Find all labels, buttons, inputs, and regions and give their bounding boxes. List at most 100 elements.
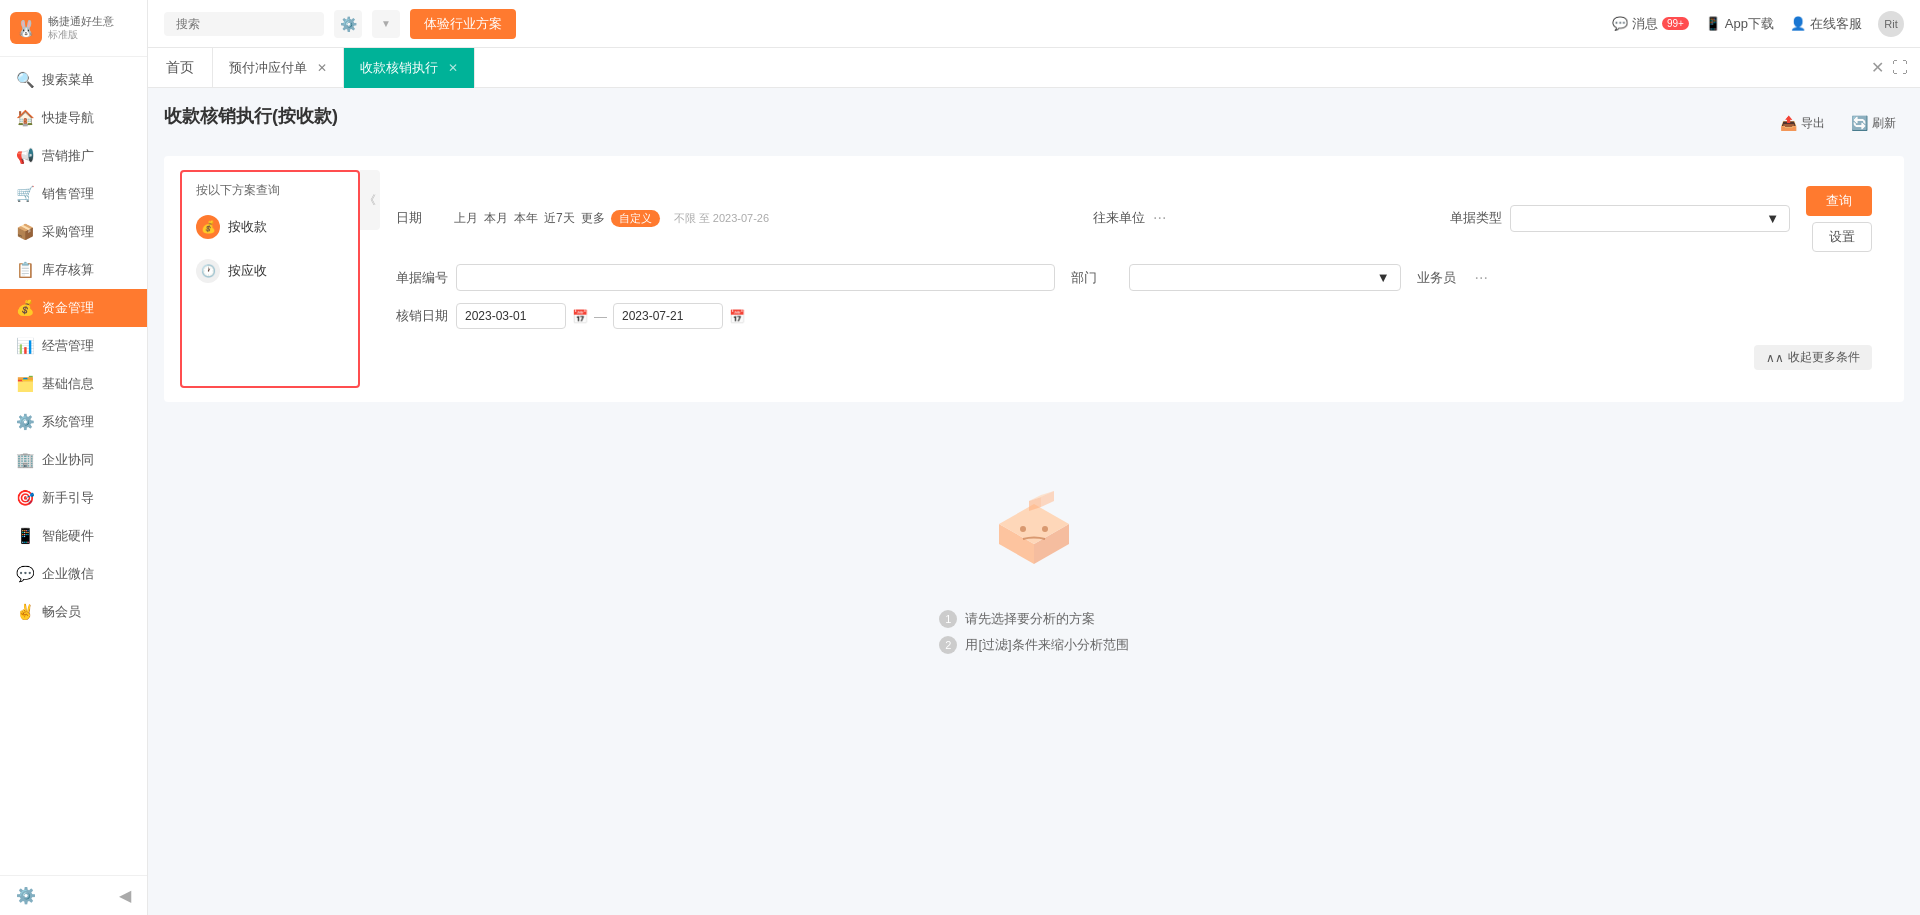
salesperson-field: 业务员 ··· (1417, 269, 1747, 287)
expand-icon[interactable]: ⛶ (1892, 59, 1908, 77)
collapse-more-btn[interactable]: ∧∧ 收起更多条件 (1754, 345, 1872, 370)
this-year-btn[interactable]: 本年 (514, 210, 538, 227)
hardware-icon: 📱 (16, 527, 34, 545)
query-btn[interactable]: 查询 (1806, 186, 1872, 216)
sidebar-item-label: 新手引导 (42, 489, 94, 507)
tab-prepay-label: 预付冲应付单 (229, 59, 307, 77)
search-row-3: 核销日期 📅 — 📅 (396, 303, 1872, 329)
department-field: 部门 ▼ (1071, 264, 1401, 291)
topbar: ⚙️ ▼ 体验行业方案 💬 消息 99+ 📱 App下载 👤 在线客服 Rit (148, 0, 1920, 48)
sidebar-item-guide[interactable]: 🎯 新手引导 (0, 479, 147, 517)
voucher-type-label: 单据类型 (1450, 209, 1502, 227)
hint-num-1: 1 (939, 610, 957, 628)
filter-sidebar: 按以下方案查询 💰 按收款 🕐 按应收 (180, 170, 360, 388)
enterprise-icon: 🏢 (16, 451, 34, 469)
filter-by-receivable[interactable]: 🕐 按应收 (182, 249, 358, 293)
refresh-btn[interactable]: 🔄 刷新 (1843, 111, 1904, 136)
sidebar-item-label: 销售管理 (42, 185, 94, 203)
hint-num-2: 2 (939, 636, 957, 654)
settings-footer-icon[interactable]: ⚙️ (16, 886, 36, 905)
calendar-end-icon[interactable]: 📅 (729, 309, 745, 324)
filter-by-receivable-label: 按应收 (228, 262, 267, 280)
last-7days-btn[interactable]: 近7天 (544, 210, 575, 227)
sidebar-item-operation[interactable]: 📊 经营管理 (0, 327, 147, 365)
custom-date-tag[interactable]: 自定义 (611, 210, 660, 227)
sidebar-item-label: 畅会员 (42, 603, 81, 621)
topbar-left: ⚙️ ▼ 体验行业方案 (164, 9, 516, 39)
salesperson-picker-btn[interactable]: ··· (1475, 269, 1488, 287)
topbar-settings-icon[interactable]: ⚙️ (334, 10, 362, 38)
empty-hint-1: 1 请先选择要分析的方案 (939, 610, 1128, 628)
sidebar-item-system[interactable]: ⚙️ 系统管理 (0, 403, 147, 441)
empty-state: 1 请先选择要分析的方案 2 用[过滤]条件来缩小分析范围 (164, 414, 1904, 714)
sidebar-item-label: 智能硬件 (42, 527, 94, 545)
sidebar-item-label: 系统管理 (42, 413, 94, 431)
topbar-right: 💬 消息 99+ 📱 App下载 👤 在线客服 Rit (1612, 11, 1904, 37)
solution-btn[interactable]: 体验行业方案 (410, 9, 516, 39)
message-icon: 💬 (1612, 16, 1628, 31)
voucher-no-input[interactable] (456, 264, 1055, 291)
filter-sidebar-title: 按以下方案查询 (182, 172, 358, 205)
voucher-no-field: 单据编号 (396, 264, 1055, 291)
close-tab-icon[interactable]: ✕ (1871, 58, 1884, 77)
sidebar-item-inventory[interactable]: 📋 库存核算 (0, 251, 147, 289)
sidebar-item-purchase[interactable]: 📦 采购管理 (0, 213, 147, 251)
sidebar-item-member[interactable]: ✌️ 畅会员 (0, 593, 147, 631)
dropdown-icon[interactable]: ▼ (372, 10, 400, 38)
sidebar-item-enterprise[interactable]: 🏢 企业协同 (0, 441, 147, 479)
settings-form-btn[interactable]: 设置 (1812, 222, 1872, 252)
purchase-icon: 📦 (16, 223, 34, 241)
operation-icon: 📊 (16, 337, 34, 355)
service-icon: 👤 (1790, 16, 1806, 31)
tab-prepay-close[interactable]: ✕ (317, 61, 327, 75)
tabbar-actions: ✕ ⛶ (1859, 58, 1920, 77)
calendar-start-icon[interactable]: 📅 (572, 309, 588, 324)
customer-service-label: 在线客服 (1810, 15, 1862, 33)
department-label: 部门 (1071, 269, 1121, 287)
refresh-label: 刷新 (1872, 115, 1896, 132)
this-month-btn[interactable]: 本月 (484, 210, 508, 227)
sidebar-item-search[interactable]: 🔍 搜索菜单 (0, 61, 147, 99)
customer-service-btn[interactable]: 👤 在线客服 (1790, 15, 1862, 33)
more-date-btn[interactable]: 更多 (581, 210, 605, 227)
message-btn[interactable]: 💬 消息 99+ (1612, 15, 1689, 33)
cancel-date-start[interactable] (456, 303, 566, 329)
last-month-btn[interactable]: 上月 (454, 210, 478, 227)
tab-receipt-cancel-close[interactable]: ✕ (448, 61, 458, 75)
sidebar-item-label: 营销推广 (42, 147, 94, 165)
sidebar-item-label: 基础信息 (42, 375, 94, 393)
date-separator: — (594, 309, 607, 324)
search-row-1: 日期 上月 本月 本年 近7天 更多 自定义 不限 至 2023-07-26 (396, 184, 1872, 252)
svg-point-4 (1042, 526, 1048, 532)
tab-prepay[interactable]: 预付冲应付单 ✕ (213, 48, 344, 88)
filter-by-receipt[interactable]: 💰 按收款 (182, 205, 358, 249)
global-search-input[interactable] (164, 12, 324, 36)
department-select[interactable]: ▼ (1129, 264, 1401, 291)
marketing-icon: 📢 (16, 147, 34, 165)
user-info[interactable]: Rit (1878, 11, 1904, 37)
tab-receipt-cancel[interactable]: 收款核销执行 ✕ (344, 48, 475, 88)
sidebar-item-wechat[interactable]: 💬 企业微信 (0, 555, 147, 593)
date-label: 日期 (396, 209, 446, 227)
filter-collapse-btn[interactable]: 《 (360, 170, 380, 230)
dept-select-arrow-icon: ▼ (1377, 270, 1390, 285)
empty-text-area: 1 请先选择要分析的方案 2 用[过滤]条件来缩小分析范围 (939, 610, 1128, 654)
sidebar-item-label: 搜索菜单 (42, 71, 94, 89)
tab-home[interactable]: 首页 (148, 48, 213, 88)
receipt-filter-icon: 💰 (196, 215, 220, 239)
sidebar-item-hardware[interactable]: 📱 智能硬件 (0, 517, 147, 555)
sidebar-item-quick-nav[interactable]: 🏠 快捷导航 (0, 99, 147, 137)
sidebar-item-basic[interactable]: 🗂️ 基础信息 (0, 365, 147, 403)
guide-icon: 🎯 (16, 489, 34, 507)
counterpart-picker-btn[interactable]: ··· (1153, 209, 1166, 227)
export-btn[interactable]: 📤 导出 (1772, 111, 1833, 136)
sidebar-item-sales[interactable]: 🛒 销售管理 (0, 175, 147, 213)
app-name: 畅捷通好生意 (48, 14, 114, 28)
app-download-btn[interactable]: 📱 App下载 (1705, 15, 1774, 33)
sidebar-item-finance[interactable]: 💰 资金管理 (0, 289, 147, 327)
collapse-sidebar-icon[interactable]: ◀ (119, 886, 131, 905)
sidebar-item-marketing[interactable]: 📢 营销推广 (0, 137, 147, 175)
voucher-type-select[interactable]: ▼ (1510, 205, 1791, 232)
cancel-date-end[interactable] (613, 303, 723, 329)
collapse-up-icon: ∧∧ (1766, 351, 1784, 365)
